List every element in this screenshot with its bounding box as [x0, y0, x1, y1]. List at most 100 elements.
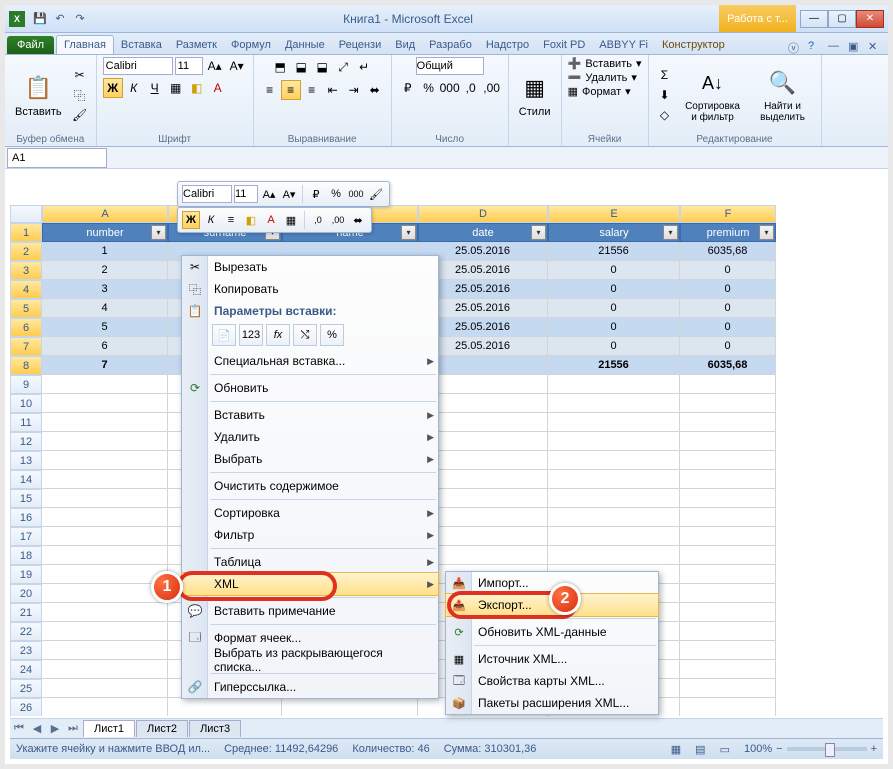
table-cell[interactable]: 1: [42, 242, 168, 261]
inc-decimal-icon[interactable]: ,0: [461, 78, 481, 98]
row-header[interactable]: 24: [10, 660, 42, 679]
empty-cell[interactable]: [548, 470, 680, 489]
paste-formulas-icon[interactable]: fx: [266, 324, 290, 346]
align-middle-icon[interactable]: ⬓: [291, 57, 311, 77]
row-header[interactable]: 17: [10, 527, 42, 546]
insert-cells-icon[interactable]: ➕: [568, 57, 582, 70]
zoom-level[interactable]: 100%: [744, 743, 772, 755]
table-cell[interactable]: 2: [42, 261, 168, 280]
mini-bold-icon[interactable]: Ж: [182, 211, 200, 229]
tab-view[interactable]: Вид: [388, 36, 422, 54]
row-header[interactable]: 2: [10, 242, 42, 261]
indent-inc-icon[interactable]: ⇥: [344, 80, 364, 100]
ctx-insert[interactable]: Вставить▶: [182, 404, 438, 426]
xml-expansion-packs[interactable]: 📦Пакеты расширения XML...: [446, 692, 658, 714]
row-header[interactable]: 25: [10, 679, 42, 698]
sheet-tab-2[interactable]: Лист2: [136, 720, 188, 737]
row-header[interactable]: 15: [10, 489, 42, 508]
empty-cell[interactable]: [548, 546, 680, 565]
empty-cell[interactable]: [42, 584, 168, 603]
tab-data[interactable]: Данные: [278, 36, 332, 54]
empty-cell[interactable]: [282, 698, 418, 716]
fill-icon[interactable]: ⬇: [655, 86, 675, 104]
row-header[interactable]: 22: [10, 622, 42, 641]
empty-cell[interactable]: [680, 660, 776, 679]
row-header[interactable]: 7: [10, 337, 42, 356]
indent-dec-icon[interactable]: ⇤: [323, 80, 343, 100]
empty-cell[interactable]: [680, 508, 776, 527]
sort-filter-button[interactable]: A↓ Сортировка и фильтр: [679, 65, 747, 125]
table-cell[interactable]: 21556: [548, 356, 680, 375]
empty-cell[interactable]: [680, 432, 776, 451]
view-break-icon[interactable]: ▭: [720, 743, 730, 756]
row-header[interactable]: 3: [10, 261, 42, 280]
table-cell[interactable]: 0: [680, 261, 776, 280]
percent-icon[interactable]: %: [419, 78, 439, 98]
table-cell[interactable]: 4: [42, 299, 168, 318]
align-bottom-icon[interactable]: ⬓: [312, 57, 332, 77]
empty-cell[interactable]: [680, 489, 776, 508]
row-header[interactable]: 23: [10, 641, 42, 660]
ctx-copy[interactable]: ⿻Копировать: [182, 278, 438, 300]
row-header[interactable]: 26: [10, 698, 42, 716]
doc-minimize-icon[interactable]: —: [828, 40, 842, 54]
sheet-tab-1[interactable]: Лист1: [83, 720, 135, 737]
row-header[interactable]: 16: [10, 508, 42, 527]
filter-dropdown-icon[interactable]: ▾: [151, 225, 166, 240]
paste-transpose-icon[interactable]: ⤭: [293, 324, 317, 346]
empty-cell[interactable]: [42, 527, 168, 546]
table-cell[interactable]: 21556: [548, 242, 680, 261]
mini-border-icon[interactable]: ▦: [282, 211, 300, 229]
bold-button[interactable]: Ж: [103, 78, 123, 98]
table-cell[interactable]: 0: [680, 318, 776, 337]
currency-icon[interactable]: ₽: [398, 78, 418, 98]
mini-align-icon[interactable]: ≡: [222, 211, 240, 229]
ctx-table[interactable]: Таблица▶: [182, 551, 438, 573]
ctx-pick-dropdown[interactable]: Выбрать из раскрывающегося списка...: [182, 649, 438, 671]
zoom-in-icon[interactable]: +: [871, 743, 877, 755]
empty-cell[interactable]: [680, 603, 776, 622]
view-normal-icon[interactable]: ▦: [671, 743, 681, 756]
empty-cell[interactable]: [680, 451, 776, 470]
empty-cell[interactable]: [680, 679, 776, 698]
ctx-sort[interactable]: Сортировка▶: [182, 502, 438, 524]
table-cell[interactable]: 6035,68: [680, 242, 776, 261]
mini-format-painter-icon[interactable]: 🖌: [367, 185, 385, 203]
styles-button[interactable]: ▦ Стили: [515, 70, 555, 120]
tab-developer[interactable]: Разрабо: [422, 36, 479, 54]
ctx-paste-special[interactable]: Специальная вставка...▶: [182, 350, 438, 372]
row-header[interactable]: 14: [10, 470, 42, 489]
empty-cell[interactable]: [42, 565, 168, 584]
table-cell[interactable]: 0: [680, 280, 776, 299]
close-button[interactable]: ✕: [856, 10, 884, 28]
table-cell[interactable]: 0: [548, 337, 680, 356]
filter-dropdown-icon[interactable]: ▾: [663, 225, 678, 240]
empty-cell[interactable]: [168, 698, 282, 716]
row-header[interactable]: 6: [10, 318, 42, 337]
underline-button[interactable]: Ч: [145, 78, 165, 98]
align-top-icon[interactable]: ⬒: [270, 57, 290, 77]
empty-cell[interactable]: [680, 394, 776, 413]
ctx-cut[interactable]: ✂Вырезать: [182, 256, 438, 278]
align-left-icon[interactable]: ≡: [260, 80, 280, 100]
doc-restore-icon[interactable]: ▣: [848, 40, 862, 54]
dec-decimal-icon[interactable]: ,00: [482, 78, 502, 98]
tab-review[interactable]: Рецензи: [332, 36, 389, 54]
autosum-icon[interactable]: Σ: [655, 66, 675, 84]
table-cell[interactable]: 0: [548, 280, 680, 299]
empty-cell[interactable]: [42, 679, 168, 698]
ctx-comment[interactable]: 💬Вставить примечание: [182, 600, 438, 622]
filter-dropdown-icon[interactable]: ▾: [531, 225, 546, 240]
col-header-a[interactable]: A: [42, 205, 168, 223]
empty-cell[interactable]: [548, 394, 680, 413]
xml-source[interactable]: ▦Источник XML...: [446, 648, 658, 670]
row-header[interactable]: 4: [10, 280, 42, 299]
empty-cell[interactable]: [548, 508, 680, 527]
empty-cell[interactable]: [548, 432, 680, 451]
empty-cell[interactable]: [680, 584, 776, 603]
filter-dropdown-icon[interactable]: ▾: [401, 225, 416, 240]
select-all-corner[interactable]: [10, 205, 42, 223]
paste-values-icon[interactable]: 123: [239, 324, 263, 346]
table-cell[interactable]: 0: [548, 261, 680, 280]
ctx-xml[interactable]: XML▶: [181, 572, 439, 596]
